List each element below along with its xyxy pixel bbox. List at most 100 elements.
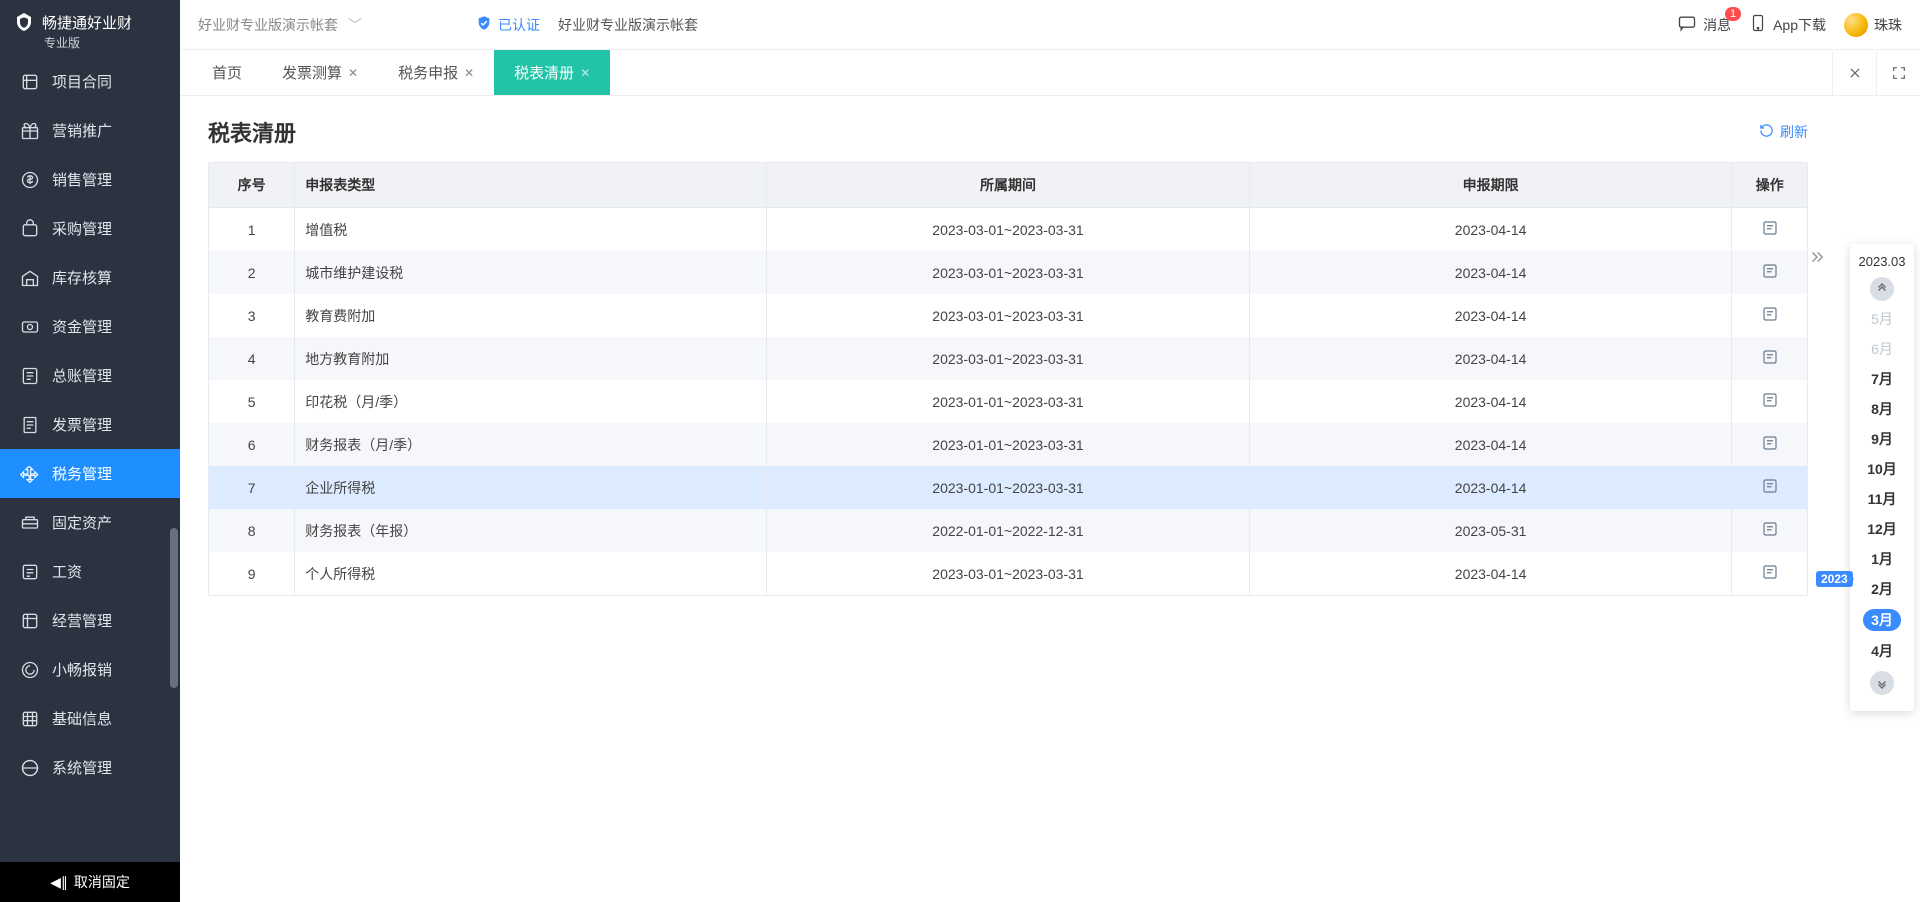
- sidebar-scrollbar[interactable]: [170, 54, 180, 862]
- asset-icon: [20, 513, 40, 533]
- sidebar-item-project[interactable]: 项目合同: [0, 57, 180, 106]
- sidebar-item-sales[interactable]: 销售管理: [0, 155, 180, 204]
- sidebar-item-system[interactable]: 系统管理: [0, 743, 180, 792]
- sidebar-unpin[interactable]: ◀∥ 取消固定: [0, 862, 180, 902]
- cell-deadline: 2023-04-14: [1249, 423, 1732, 466]
- sidebar-item-label: 库存核算: [52, 267, 112, 288]
- date-panel-month[interactable]: 8月: [1871, 399, 1893, 419]
- cell-deadline: 2023-04-14: [1249, 337, 1732, 380]
- view-detail-icon[interactable]: [1761, 391, 1779, 409]
- tax-table: 序号 申报表类型 所属期间 申报期限 操作 1增值税2023-03-01~202…: [208, 162, 1808, 596]
- date-panel-month[interactable]: 9月: [1871, 429, 1893, 449]
- table-row[interactable]: 5印花税（月/季）2023-01-01~2023-03-312023-04-14: [209, 380, 1807, 423]
- date-panel-month[interactable]: 10月: [1867, 459, 1897, 479]
- tab[interactable]: 税表清册✕: [494, 50, 610, 95]
- cell-type: 增值税: [295, 208, 767, 252]
- sidebar-item-purchase[interactable]: 采购管理: [0, 204, 180, 253]
- date-panel-month[interactable]: 7月: [1871, 369, 1893, 389]
- date-panel-month[interactable]: 5月: [1871, 309, 1893, 329]
- sidebar-item-label: 销售管理: [52, 169, 112, 190]
- sidebar-item-tax[interactable]: 税务管理: [0, 449, 180, 498]
- close-icon[interactable]: ✕: [464, 66, 474, 80]
- view-detail-icon[interactable]: [1761, 348, 1779, 366]
- shield-icon: [476, 15, 492, 34]
- refresh-icon: [1759, 123, 1774, 141]
- cell-type: 地方教育附加: [295, 337, 767, 380]
- sidebar-item-invoice[interactable]: 发票管理: [0, 400, 180, 449]
- cell-deadline: 2023-05-31: [1249, 509, 1732, 552]
- view-detail-icon[interactable]: [1761, 520, 1779, 538]
- main: 好业财专业版演示帐套 ﹀ 已认证 好业财专业版演示帐套 消息 1 App下载: [180, 0, 1920, 902]
- brand-edition: 专业版: [0, 34, 180, 51]
- date-panel-month[interactable]: 11月: [1868, 489, 1897, 509]
- cell-idx: 1: [209, 208, 295, 252]
- date-panel-month[interactable]: 6月: [1871, 339, 1893, 359]
- sidebar-item-label: 采购管理: [52, 218, 112, 239]
- sidebar-item-label: 税务管理: [52, 463, 112, 484]
- view-detail-icon[interactable]: [1761, 477, 1779, 495]
- sidebar-item-label: 系统管理: [52, 757, 112, 778]
- cell-deadline: 2023-04-14: [1249, 466, 1732, 509]
- table-header-row: 序号 申报表类型 所属期间 申报期限 操作: [209, 163, 1807, 208]
- sidebar-item-fund[interactable]: 资金管理: [0, 302, 180, 351]
- table-row[interactable]: 1增值税2023-03-01~2023-03-312023-04-14: [209, 208, 1807, 252]
- cell-period: 2023-03-01~2023-03-31: [767, 251, 1250, 294]
- account-selector[interactable]: 好业财专业版演示帐套 ﹀: [198, 15, 458, 35]
- date-panel-month[interactable]: 3月: [1863, 609, 1901, 631]
- date-panel-up-button[interactable]: [1870, 277, 1894, 301]
- view-detail-icon[interactable]: [1761, 262, 1779, 280]
- sidebar-item-info[interactable]: 基础信息: [0, 694, 180, 743]
- table-row[interactable]: 6财务报表（月/季）2023-01-01~2023-03-312023-04-1…: [209, 423, 1807, 466]
- sidebar-item-label: 小畅报销: [52, 659, 112, 680]
- view-detail-icon[interactable]: [1761, 219, 1779, 237]
- tab[interactable]: 首页: [192, 50, 262, 95]
- col-op-header: 操作: [1732, 163, 1807, 208]
- tabs-right: [1832, 50, 1920, 95]
- sidebar-item-salary[interactable]: 工资: [0, 547, 180, 596]
- cell-deadline: 2023-04-14: [1249, 380, 1732, 423]
- date-panel-month[interactable]: 1月: [1871, 549, 1893, 569]
- close-icon[interactable]: ✕: [580, 66, 590, 80]
- table-row[interactable]: 2城市维护建设税2023-03-01~2023-03-312023-04-14: [209, 251, 1807, 294]
- sidebar-nav: 项目合同营销推广销售管理采购管理库存核算资金管理总账管理发票管理税务管理固定资产…: [0, 57, 180, 862]
- sidebar-item-gift[interactable]: 营销推广: [0, 106, 180, 155]
- sidebar-item-expense[interactable]: 小畅报销: [0, 645, 180, 694]
- table-row[interactable]: 3教育费附加2023-03-01~2023-03-312023-04-14: [209, 294, 1807, 337]
- view-detail-icon[interactable]: [1761, 434, 1779, 452]
- table-row[interactable]: 4地方教育附加2023-03-01~2023-03-312023-04-14: [209, 337, 1807, 380]
- view-detail-icon[interactable]: [1761, 305, 1779, 323]
- tab-close-all-button[interactable]: [1832, 51, 1876, 95]
- refresh-label: 刷新: [1780, 122, 1808, 142]
- cell-idx: 3: [209, 294, 295, 337]
- sidebar-item-warehouse[interactable]: 库存核算: [0, 253, 180, 302]
- app-download-button[interactable]: App下载: [1749, 14, 1826, 35]
- page-title: 税表清册: [208, 116, 296, 148]
- cell-period: 2023-01-01~2023-03-31: [767, 380, 1250, 423]
- verified-label: 已认证: [498, 15, 540, 35]
- table-row[interactable]: 9个人所得税2023-03-01~2023-03-312023-04-14: [209, 552, 1807, 595]
- sidebar-item-operation[interactable]: 经营管理: [0, 596, 180, 645]
- tab[interactable]: 发票测算✕: [262, 50, 378, 95]
- date-panel-month[interactable]: 12月: [1867, 519, 1897, 539]
- message-icon: [1677, 13, 1697, 36]
- close-icon[interactable]: ✕: [348, 66, 358, 80]
- refresh-button[interactable]: 刷新: [1759, 122, 1808, 142]
- table-row[interactable]: 8财务报表（年报）2022-01-01~2022-12-312023-05-31: [209, 509, 1807, 552]
- view-detail-icon[interactable]: [1761, 563, 1779, 581]
- expand-sidebar-button[interactable]: [1808, 248, 1828, 268]
- cell-period: 2023-03-01~2023-03-31: [767, 294, 1250, 337]
- date-panel-month[interactable]: 2月: [1871, 579, 1893, 599]
- table-row[interactable]: 7企业所得税2023-01-01~2023-03-312023-04-14: [209, 466, 1807, 509]
- date-panel-down-button[interactable]: [1870, 671, 1894, 695]
- tab[interactable]: 税务申报✕: [378, 50, 494, 95]
- messages-button[interactable]: 消息 1: [1677, 13, 1731, 36]
- user-menu[interactable]: 珠珠: [1844, 13, 1902, 37]
- date-panel-month[interactable]: 4月: [1871, 641, 1893, 661]
- sidebar-item-ledger[interactable]: 总账管理: [0, 351, 180, 400]
- fullscreen-button[interactable]: [1876, 51, 1920, 95]
- sidebar-item-asset[interactable]: 固定资产: [0, 498, 180, 547]
- warehouse-icon: [20, 268, 40, 288]
- cell-idx: 9: [209, 552, 295, 595]
- tabs-bar: 首页发票测算✕税务申报✕税表清册✕: [180, 50, 1920, 96]
- cell-deadline: 2023-04-14: [1249, 552, 1732, 595]
